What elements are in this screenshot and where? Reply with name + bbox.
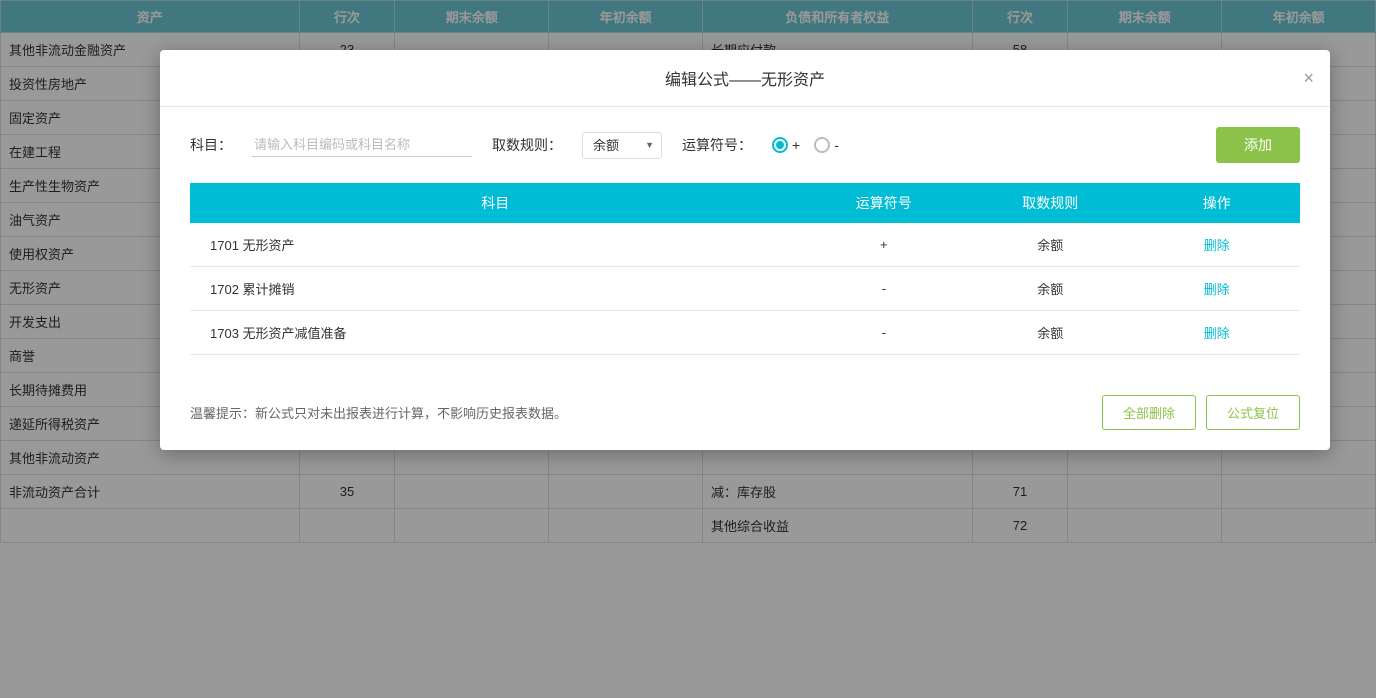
operator-plus-radio[interactable]: + (772, 137, 800, 153)
operator-minus-label: - (834, 137, 839, 153)
formula-subject-cell: 1702 累计摊销 (190, 267, 801, 311)
table-header-subject: 科目 (190, 183, 801, 223)
formula-rule-cell: 余额 (967, 223, 1134, 267)
edit-formula-modal: 编辑公式——无形资产 × 科目： 取数规则： 余额 借方 贷方 运算符号： + … (160, 50, 1330, 450)
formula-action-cell: 删除 (1134, 223, 1301, 267)
formula-operator-cell: - (801, 267, 968, 311)
operator-plus-label: + (792, 137, 800, 153)
formula-form-row: 科目： 取数规则： 余额 借方 贷方 运算符号： + - 添加 (160, 107, 1330, 183)
formula-operator-cell: - (801, 311, 968, 355)
delete-row-link[interactable]: 删除 (1204, 326, 1230, 341)
add-button[interactable]: 添加 (1216, 127, 1300, 163)
footer-hint: 温馨提示：新公式只对未出报表进行计算，不影响历史报表数据。 (190, 403, 567, 422)
rule-select-wrapper: 余额 借方 贷方 (582, 132, 662, 159)
formula-table-row: 1702 累计摊销-余额 删除 (190, 267, 1300, 311)
formula-table-row: 1703 无形资产减值准备-余额 删除 (190, 311, 1300, 355)
modal-header: 编辑公式——无形资产 × (160, 50, 1330, 107)
operator-minus-radio[interactable]: - (814, 137, 839, 153)
reset-formula-button[interactable]: 公式复位 (1206, 395, 1300, 430)
formula-rule-cell: 余额 (967, 267, 1134, 311)
table-header-rule: 取数规则 (967, 183, 1134, 223)
delete-row-link[interactable]: 删除 (1204, 238, 1230, 253)
formula-table-wrapper: 科目 运算符号 取数规则 操作 1701 无形资产+余额删除1702 累计摊销-… (190, 183, 1300, 355)
formula-subject-cell: 1703 无形资产减值准备 (190, 311, 801, 355)
radio-circle-plus (772, 137, 788, 153)
rule-label: 取数规则： (492, 135, 562, 155)
subject-label: 科目： (190, 135, 232, 155)
formula-action-cell: 删除 (1134, 267, 1301, 311)
formula-subject-cell: 1701 无形资产 (190, 223, 801, 267)
radio-circle-minus (814, 137, 830, 153)
modal-footer: 温馨提示：新公式只对未出报表进行计算，不影响历史报表数据。 全部删除 公式复位 (160, 375, 1330, 430)
formula-table: 科目 运算符号 取数规则 操作 1701 无形资产+余额删除1702 累计摊销-… (190, 183, 1300, 355)
modal-close-button[interactable]: × (1303, 69, 1314, 87)
table-header-operator: 运算符号 (801, 183, 968, 223)
delete-row-link[interactable]: 删除 (1204, 282, 1230, 297)
modal-title: 编辑公式——无形资产 (665, 66, 825, 90)
footer-buttons: 全部删除 公式复位 (1102, 395, 1300, 430)
operator-label: 运算符号： (682, 135, 752, 155)
formula-operator-cell: + (801, 223, 968, 267)
table-header-action: 操作 (1134, 183, 1301, 223)
operator-radio-group: + - (772, 137, 839, 153)
formula-table-row: 1701 无形资产+余额 删除 (190, 223, 1300, 267)
delete-all-button[interactable]: 全部删除 (1102, 395, 1196, 430)
rule-select[interactable]: 余额 借方 贷方 (582, 132, 662, 159)
formula-rule-cell: 余额 (967, 311, 1134, 355)
subject-input[interactable] (252, 133, 472, 157)
formula-action-cell: 删除 (1134, 311, 1301, 355)
